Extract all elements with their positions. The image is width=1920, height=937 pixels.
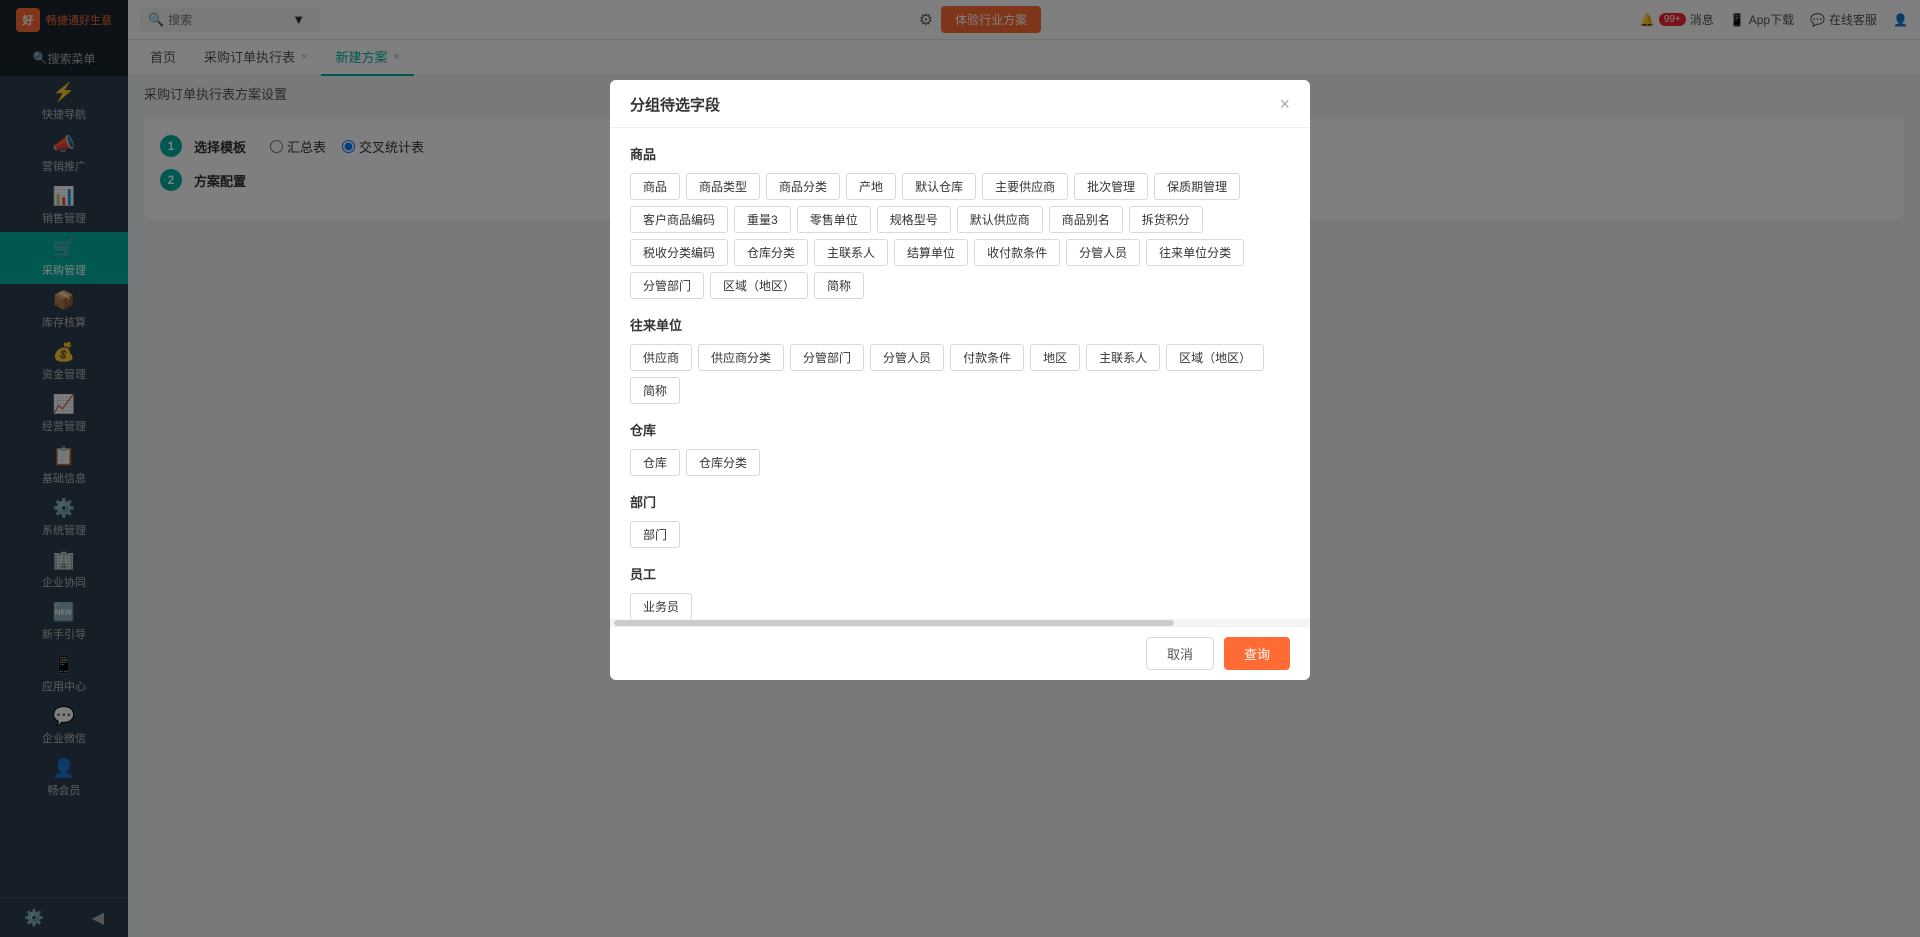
field-tag[interactable]: 业务员 bbox=[630, 593, 692, 619]
field-tag[interactable]: 默认仓库 bbox=[902, 173, 976, 200]
section-partners: 往来单位 供应商供应商分类分管部门分管人员付款条件地区主联系人区域（地区） 简称 bbox=[630, 315, 1290, 404]
field-tag[interactable]: 往来单位分类 bbox=[1146, 239, 1244, 266]
modal-footer: 取消 查询 bbox=[610, 626, 1310, 680]
field-tag[interactable]: 保质期管理 bbox=[1154, 173, 1240, 200]
section-warehouse-title: 仓库 bbox=[630, 420, 1290, 439]
field-tag[interactable]: 主联系人 bbox=[1086, 344, 1160, 371]
field-tag[interactable]: 默认供应商 bbox=[957, 206, 1043, 233]
field-tag[interactable]: 仓库 bbox=[630, 449, 680, 476]
modal-body: 商品 商品商品类型商品分类产地默认仓库主要供应商批次管理保质期管理客户商品编码重… bbox=[610, 128, 1310, 619]
field-tag[interactable]: 商品类型 bbox=[686, 173, 760, 200]
field-tag[interactable]: 仓库分类 bbox=[734, 239, 808, 266]
field-tag[interactable]: 分管人员 bbox=[1066, 239, 1140, 266]
field-tag[interactable]: 零售单位 bbox=[797, 206, 871, 233]
field-tag[interactable]: 批次管理 bbox=[1074, 173, 1148, 200]
field-tag[interactable]: 区域（地区） bbox=[710, 272, 808, 299]
field-tag[interactable]: 供应商 bbox=[630, 344, 692, 371]
field-tag[interactable]: 地区 bbox=[1030, 344, 1080, 371]
field-tag[interactable]: 结算单位 bbox=[894, 239, 968, 266]
field-tag[interactable]: 商品分类 bbox=[766, 173, 840, 200]
field-tag[interactable]: 简称 bbox=[630, 377, 680, 404]
field-tag[interactable]: 区域（地区） bbox=[1166, 344, 1264, 371]
field-tag[interactable]: 规格型号 bbox=[877, 206, 951, 233]
section-partners-title: 往来单位 bbox=[630, 315, 1290, 334]
field-tag[interactable]: 主要供应商 bbox=[982, 173, 1068, 200]
modal-hscroll-bar bbox=[614, 620, 1174, 626]
cancel-button[interactable]: 取消 bbox=[1146, 637, 1214, 670]
field-tag[interactable]: 主联系人 bbox=[814, 239, 888, 266]
field-tag[interactable]: 供应商分类 bbox=[698, 344, 784, 371]
section-partners-tags: 供应商供应商分类分管部门分管人员付款条件地区主联系人区域（地区） 简称 bbox=[630, 344, 1290, 404]
field-tag[interactable]: 收付款条件 bbox=[974, 239, 1060, 266]
field-tag[interactable]: 分管部门 bbox=[790, 344, 864, 371]
field-tag[interactable]: 商品别名 bbox=[1049, 206, 1123, 233]
modal-title: 分组待选字段 bbox=[630, 94, 720, 115]
section-department-tags: 部门 bbox=[630, 521, 1290, 548]
field-tag[interactable]: 重量3 bbox=[734, 206, 791, 233]
section-department-title: 部门 bbox=[630, 492, 1290, 511]
modal-close-button[interactable]: × bbox=[1279, 94, 1290, 115]
modal: 分组待选字段 × 商品 商品商品类型商品分类产地默认仓库主要供应商批次管理保质期… bbox=[610, 80, 1310, 680]
field-tag[interactable]: 产地 bbox=[846, 173, 896, 200]
section-department: 部门 部门 bbox=[630, 492, 1290, 548]
field-tag[interactable]: 付款条件 bbox=[950, 344, 1024, 371]
field-tag[interactable]: 分管部门 bbox=[630, 272, 704, 299]
modal-header: 分组待选字段 × bbox=[610, 80, 1310, 128]
field-tag[interactable]: 部门 bbox=[630, 521, 680, 548]
field-tag[interactable]: 商品 bbox=[630, 173, 680, 200]
section-goods: 商品 商品商品类型商品分类产地默认仓库主要供应商批次管理保质期管理客户商品编码重… bbox=[630, 144, 1290, 299]
field-tag[interactable]: 税收分类编码 bbox=[630, 239, 728, 266]
field-tag[interactable]: 分管人员 bbox=[870, 344, 944, 371]
confirm-button[interactable]: 查询 bbox=[1224, 637, 1290, 670]
section-warehouse-tags: 仓库仓库分类 bbox=[630, 449, 1290, 476]
section-warehouse: 仓库 仓库仓库分类 bbox=[630, 420, 1290, 476]
section-goods-title: 商品 bbox=[630, 144, 1290, 163]
section-goods-tags: 商品商品类型商品分类产地默认仓库主要供应商批次管理保质期管理客户商品编码重量3零… bbox=[630, 173, 1290, 299]
field-tag[interactable]: 简称 bbox=[814, 272, 864, 299]
section-employee: 员工 业务员 bbox=[630, 564, 1290, 619]
field-tag[interactable]: 客户商品编码 bbox=[630, 206, 728, 233]
section-employee-tags: 业务员 bbox=[630, 593, 1290, 619]
field-tag[interactable]: 仓库分类 bbox=[686, 449, 760, 476]
section-employee-title: 员工 bbox=[630, 564, 1290, 583]
field-tag[interactable]: 拆货积分 bbox=[1129, 206, 1203, 233]
modal-overlay: 分组待选字段 × 商品 商品商品类型商品分类产地默认仓库主要供应商批次管理保质期… bbox=[0, 0, 1920, 937]
